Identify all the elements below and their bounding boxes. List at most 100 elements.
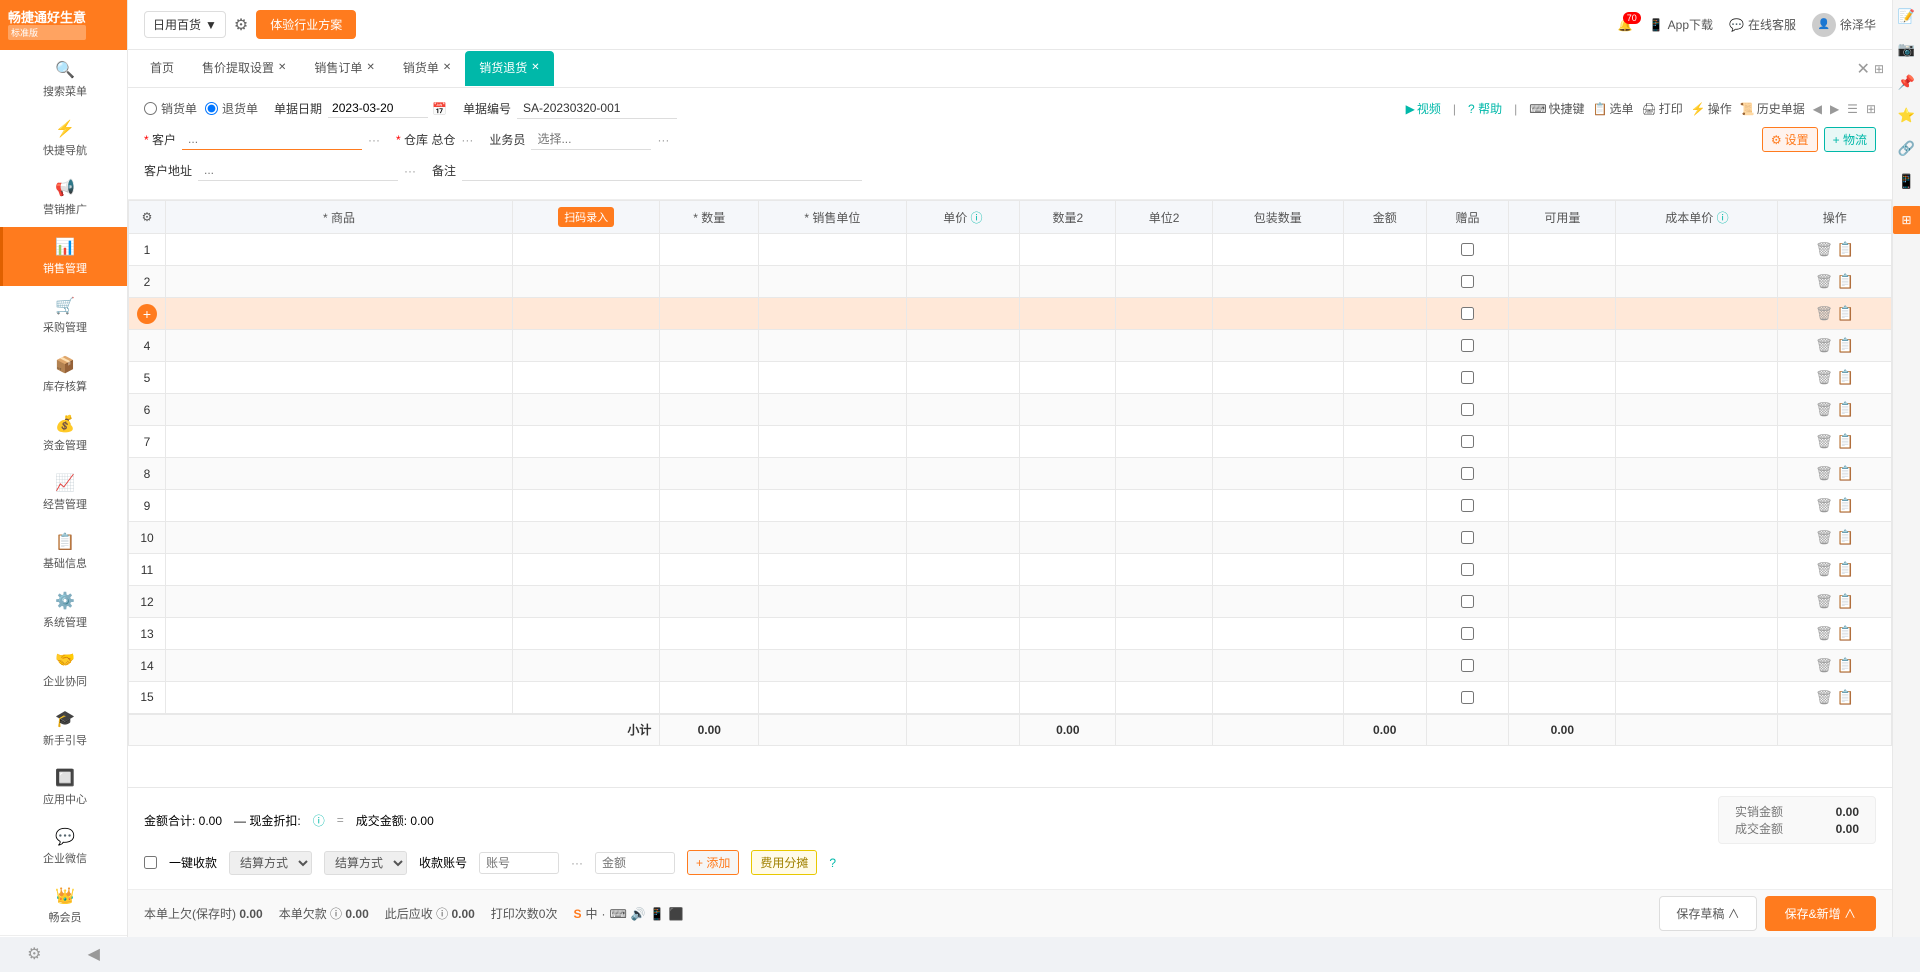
scan-input-button[interactable]: 扫码录入 bbox=[558, 207, 614, 227]
sidebar-item-finance[interactable]: 💰 资金管理 bbox=[0, 404, 127, 463]
sidebar-collapse-icon[interactable]: ◀ bbox=[88, 944, 100, 964]
sidebar-item-basics[interactable]: 📋 基础信息 bbox=[0, 522, 127, 581]
add-payment-btn[interactable]: + 添加 bbox=[687, 850, 739, 875]
copy-row-icon[interactable]: 📋 bbox=[1837, 465, 1854, 482]
radio-sale-goods-input[interactable] bbox=[144, 102, 157, 115]
row-gift[interactable] bbox=[1426, 234, 1509, 266]
right-panel-pin-icon[interactable]: 📌 bbox=[1898, 74, 1915, 91]
col-settings[interactable]: ⚙ bbox=[129, 201, 166, 234]
tab-home[interactable]: 首页 bbox=[136, 51, 188, 86]
discount-help-icon[interactable]: ⓘ bbox=[313, 812, 325, 829]
row-unit2[interactable] bbox=[1116, 298, 1212, 330]
video-btn[interactable]: ▶ 视频 bbox=[1406, 100, 1441, 117]
row-product[interactable] bbox=[166, 266, 513, 298]
save-draft-button[interactable]: 保存草稿 ∧ bbox=[1659, 896, 1756, 931]
sidebar-item-quicknav[interactable]: ⚡ 快捷导航 bbox=[0, 109, 127, 168]
copy-row-icon[interactable]: 📋 bbox=[1837, 529, 1854, 546]
print-btn[interactable]: 🖨 打印 bbox=[1642, 100, 1683, 117]
prev-record-icon[interactable]: ◀ bbox=[1813, 102, 1822, 116]
app-download-link[interactable]: 📱 App下载 bbox=[1649, 16, 1713, 33]
amount-input[interactable] bbox=[595, 852, 675, 874]
row-quantity2[interactable] bbox=[1020, 266, 1116, 298]
tab-sale-goods[interactable]: 销货单 ✕ bbox=[389, 51, 465, 86]
sidebar-item-system[interactable]: ⚙️ 系统管理 bbox=[0, 581, 127, 640]
sidebar-settings-icon[interactable]: ⚙ bbox=[27, 944, 41, 964]
operate-btn[interactable]: ⚡ 操作 bbox=[1691, 100, 1732, 117]
delete-row-icon[interactable]: 🗑 bbox=[1815, 497, 1833, 514]
right-panel-star-icon[interactable]: ⭐ bbox=[1898, 107, 1915, 124]
row-available[interactable] bbox=[1509, 298, 1616, 330]
delete-row-icon[interactable]: 🗑 bbox=[1815, 369, 1833, 386]
gift-checkbox[interactable] bbox=[1461, 243, 1474, 256]
salesperson-more-icon[interactable]: ··· bbox=[657, 133, 669, 147]
row-unit2[interactable] bbox=[1116, 234, 1212, 266]
save-new-button[interactable]: 保存&新增 ∧ bbox=[1765, 896, 1876, 931]
gift-checkbox[interactable] bbox=[1461, 659, 1474, 672]
row-unit2[interactable] bbox=[1116, 266, 1212, 298]
row-quantity[interactable] bbox=[660, 234, 759, 266]
experience-button[interactable]: 体验行业方案 bbox=[256, 10, 356, 39]
logistics-action-btn[interactable]: + 物流 bbox=[1824, 127, 1876, 152]
delete-row-icon[interactable]: 🗑 bbox=[1815, 593, 1833, 610]
delete-row-icon[interactable]: 🗑 bbox=[1815, 241, 1833, 258]
copy-row-icon[interactable]: 📋 bbox=[1837, 657, 1854, 674]
online-service-link[interactable]: 💬 在线客服 bbox=[1729, 16, 1796, 33]
tab-sale-return[interactable]: 销货退货 ✕ bbox=[465, 51, 553, 86]
row-quantity2[interactable] bbox=[1020, 298, 1116, 330]
copy-row-icon[interactable]: 📋 bbox=[1837, 305, 1854, 322]
add-row-button[interactable]: + bbox=[137, 304, 157, 324]
note-input[interactable] bbox=[462, 160, 862, 181]
copy-row-icon[interactable]: 📋 bbox=[1837, 337, 1854, 354]
gift-checkbox[interactable] bbox=[1461, 403, 1474, 416]
one-click-pay-checkbox[interactable] bbox=[144, 856, 157, 869]
copy-row-icon[interactable]: 📋 bbox=[1837, 561, 1854, 578]
row-gift[interactable] bbox=[1426, 266, 1509, 298]
row-pack-qty[interactable] bbox=[1212, 266, 1343, 298]
maximize-icon[interactable]: ⊞ bbox=[1874, 62, 1884, 76]
salesperson-input[interactable] bbox=[531, 129, 651, 150]
delete-row-icon[interactable]: 🗑 bbox=[1815, 305, 1833, 322]
delete-row-icon[interactable]: 🗑 bbox=[1815, 273, 1833, 290]
copy-row-icon[interactable]: 📋 bbox=[1837, 241, 1854, 258]
sidebar-item-apps[interactable]: 🔲 应用中心 bbox=[0, 758, 127, 817]
date-input[interactable] bbox=[328, 99, 428, 118]
row-available[interactable] bbox=[1509, 266, 1616, 298]
delete-row-icon[interactable]: 🗑 bbox=[1815, 401, 1833, 418]
radio-sale-goods[interactable]: 销货单 bbox=[144, 100, 197, 117]
copy-row-icon[interactable]: 📋 bbox=[1837, 625, 1854, 642]
row-unit[interactable] bbox=[759, 298, 906, 330]
row-unit[interactable] bbox=[759, 234, 906, 266]
right-panel-mobile-icon[interactable]: 📱 bbox=[1898, 173, 1915, 190]
notification-bell[interactable]: 🔔 70 bbox=[1618, 18, 1633, 32]
delete-row-icon[interactable]: 🗑 bbox=[1815, 689, 1833, 706]
row-price[interactable] bbox=[906, 234, 1020, 266]
radio-return-goods-input[interactable] bbox=[205, 102, 218, 115]
delete-row-icon[interactable]: 🗑 bbox=[1815, 337, 1833, 354]
delete-row-icon[interactable]: 🗑 bbox=[1815, 465, 1833, 482]
copy-row-icon[interactable]: 📋 bbox=[1837, 689, 1854, 706]
copy-row-icon[interactable]: 📋 bbox=[1837, 369, 1854, 386]
sidebar-item-wechat[interactable]: 💬 企业微信 bbox=[0, 817, 127, 876]
delete-row-icon[interactable]: 🗑 bbox=[1815, 433, 1833, 450]
gift-checkbox[interactable] bbox=[1461, 499, 1474, 512]
right-panel-link-icon[interactable]: 🔗 bbox=[1898, 140, 1915, 157]
sidebar-item-operations[interactable]: 📈 经营管理 bbox=[0, 463, 127, 522]
row-pack-qty[interactable] bbox=[1212, 298, 1343, 330]
tab-close-icon[interactable]: ✕ bbox=[366, 62, 374, 73]
right-panel-screen-icon[interactable]: ⊞ bbox=[1893, 206, 1920, 234]
copy-row-icon[interactable]: 📋 bbox=[1837, 433, 1854, 450]
row-price[interactable] bbox=[906, 266, 1020, 298]
radio-return-goods[interactable]: 退货单 bbox=[205, 100, 258, 117]
row-pack-qty[interactable] bbox=[1212, 234, 1343, 266]
account-more-icon[interactable]: ··· bbox=[571, 856, 583, 870]
docno-input[interactable] bbox=[517, 98, 677, 119]
account-input[interactable] bbox=[479, 852, 559, 874]
row-quantity[interactable] bbox=[660, 266, 759, 298]
user-profile[interactable]: 👤 徐泽华 bbox=[1812, 13, 1876, 37]
row-gift[interactable] bbox=[1426, 298, 1509, 330]
close-all-tabs-icon[interactable]: ✕ bbox=[1857, 59, 1870, 79]
tab-close-icon[interactable]: ✕ bbox=[531, 62, 539, 73]
product-input-field[interactable] bbox=[174, 307, 504, 321]
sidebar-item-enterprise[interactable]: 🤝 企业协同 bbox=[0, 640, 127, 699]
gift-checkbox[interactable] bbox=[1461, 435, 1474, 448]
